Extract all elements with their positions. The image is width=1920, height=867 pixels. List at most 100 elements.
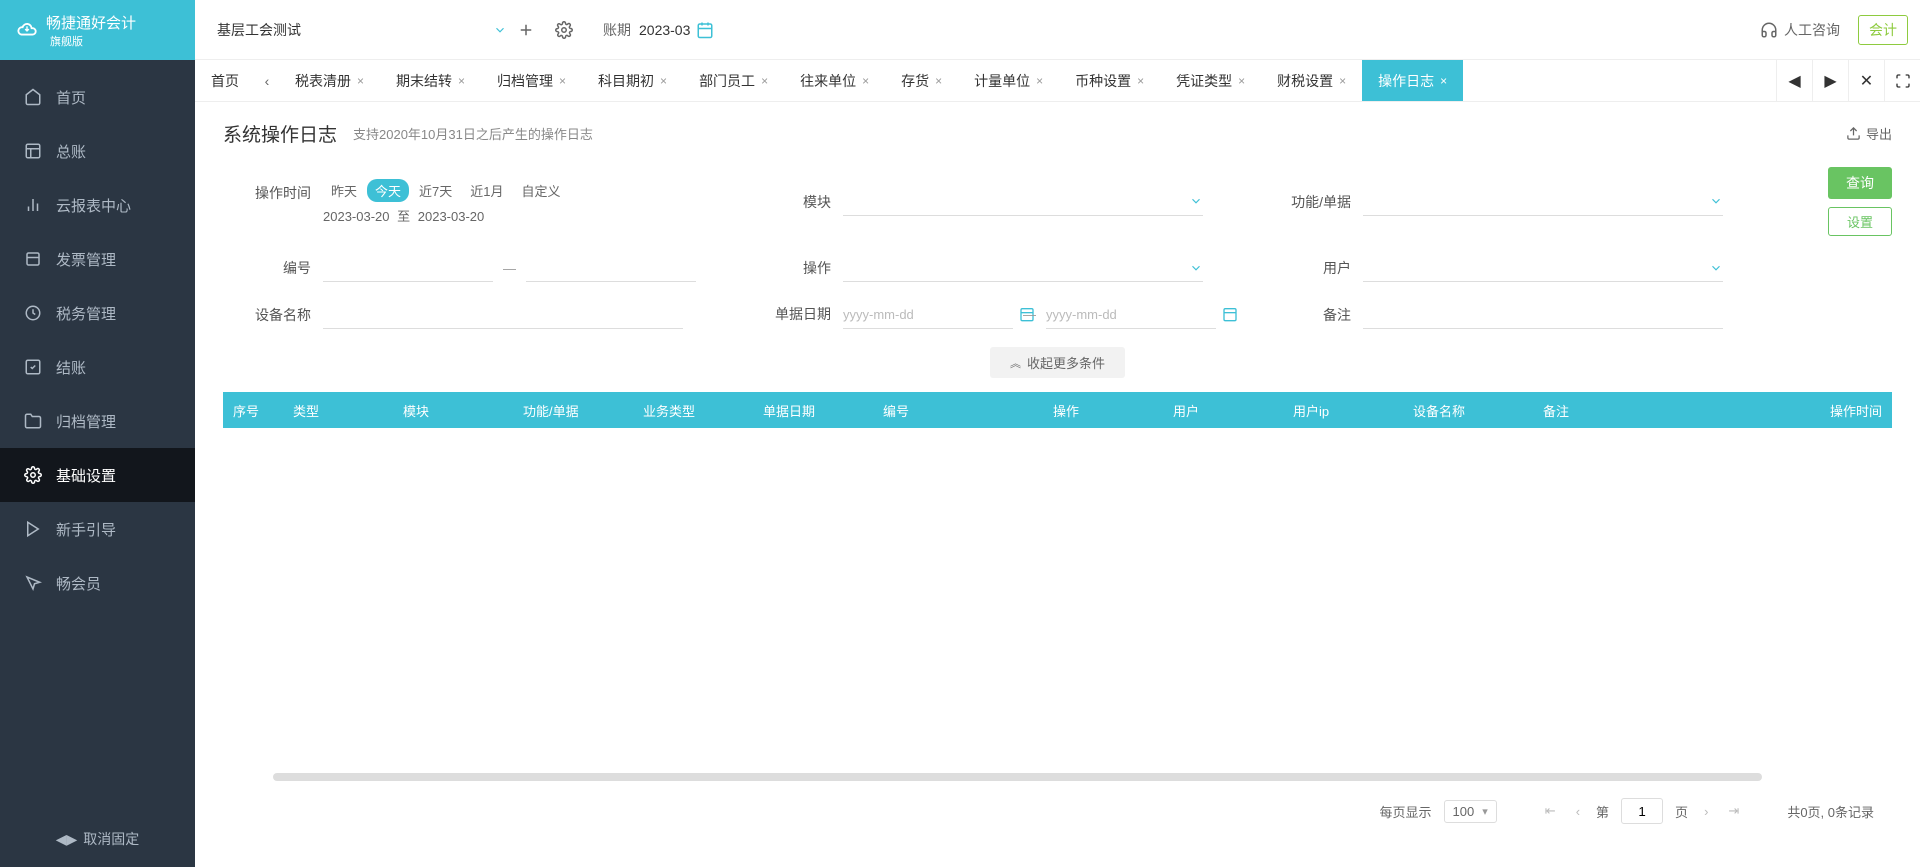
company-name: 基层工会测试	[217, 20, 301, 40]
device-input[interactable]	[323, 301, 683, 329]
tab[interactable]: 归档管理×	[481, 60, 582, 101]
doc-date-to-input[interactable]	[1046, 300, 1222, 328]
close-icon[interactable]: ×	[660, 74, 667, 88]
sidebar-item[interactable]: 发票管理	[0, 232, 195, 286]
tab-label: 币种设置	[1075, 71, 1131, 91]
code-to-input[interactable]	[526, 254, 696, 282]
time-option[interactable]: 今天	[367, 179, 409, 202]
tab[interactable]: 计量单位×	[958, 60, 1059, 101]
tab-bar: 首页 ‹ 税表清册×期末结转×归档管理×科目期初×部门员工×往来单位×存货×计量…	[195, 60, 1920, 102]
close-icon[interactable]: ×	[1238, 74, 1245, 88]
collapse-left-icon: ◀▶	[56, 831, 78, 848]
sidebar-item[interactable]: 归档管理	[0, 394, 195, 448]
query-button[interactable]: 查询	[1828, 167, 1892, 199]
close-icon[interactable]: ×	[357, 74, 364, 88]
tab-next-icon[interactable]: ▶	[1812, 60, 1848, 102]
page-last-button[interactable]: ⇥	[1724, 803, 1743, 819]
tab[interactable]: 存货 ×	[885, 60, 958, 101]
plus-icon[interactable]	[517, 21, 535, 39]
tab[interactable]: 税表清册×	[279, 60, 380, 101]
sidebar-item[interactable]: 畅会员	[0, 556, 195, 610]
close-icon[interactable]: ×	[1036, 74, 1043, 88]
user-select[interactable]	[1363, 254, 1723, 282]
nav-icon	[24, 142, 42, 160]
unpin-button[interactable]: ◀▶ 取消固定	[0, 811, 195, 867]
collapse-filters-button[interactable]: ︽ 收起更多条件	[990, 347, 1125, 378]
tab[interactable]: 往来单位 ×	[784, 60, 885, 101]
close-icon[interactable]: ×	[1440, 74, 1447, 88]
tab-prev-icon[interactable]: ◀	[1776, 60, 1812, 102]
page-size-select[interactable]: 100 ▾	[1444, 800, 1497, 823]
table-header-cell: 备注	[1533, 401, 1753, 420]
page-first-button[interactable]: ⇤	[1541, 803, 1560, 819]
tab[interactable]: 期末结转×	[380, 60, 481, 101]
tab-label: 存货	[901, 71, 929, 91]
page-number-input[interactable]	[1621, 798, 1663, 824]
remark-input[interactable]	[1363, 301, 1723, 329]
calendar-icon[interactable]	[696, 21, 714, 39]
label-op-time: 操作时间	[223, 179, 323, 203]
close-icon[interactable]: ×	[761, 74, 768, 88]
table-header-cell: 用户ip	[1283, 401, 1403, 420]
func-select[interactable]	[1363, 188, 1723, 216]
table-header-cell: 功能/单据	[513, 401, 633, 420]
tab-home[interactable]: 首页	[195, 60, 255, 101]
label-module: 模块	[743, 188, 843, 212]
time-option[interactable]: 近7天	[411, 179, 460, 202]
topbar: 基层工会测试 账期 2023-03 人工咨询 会计	[195, 0, 1920, 60]
time-option[interactable]: 近1月	[462, 179, 511, 202]
page-size-label: 每页显示	[1380, 802, 1432, 821]
tab[interactable]: 币种设置 ×	[1059, 60, 1160, 101]
table-header-cell: 类型	[283, 401, 393, 420]
tab[interactable]: 科目期初×	[582, 60, 683, 101]
role-badge[interactable]: 会计	[1858, 15, 1908, 45]
close-icon[interactable]: ×	[1339, 74, 1346, 88]
tab-close-all-icon[interactable]: ✕	[1848, 60, 1884, 102]
brand-name: 畅捷通好会计	[46, 12, 136, 33]
page-suffix: 页	[1675, 802, 1688, 821]
sidebar-item[interactable]: 结账	[0, 340, 195, 394]
tab-label: 往来单位	[800, 71, 856, 91]
chevron-down-icon: ▾	[1482, 805, 1488, 818]
label-device: 设备名称	[223, 301, 323, 325]
support-link[interactable]: 人工咨询	[1760, 20, 1840, 40]
module-select[interactable]	[843, 188, 1203, 216]
doc-date-from-input[interactable]	[843, 300, 1019, 328]
tab[interactable]: 操作日志×	[1362, 60, 1463, 101]
close-icon[interactable]: ×	[862, 74, 869, 88]
sidebar-item[interactable]: 云报表中心	[0, 178, 195, 232]
fullscreen-icon[interactable]	[1884, 60, 1920, 102]
horizontal-scrollbar[interactable]	[223, 770, 1892, 784]
export-button[interactable]: 导出	[1846, 124, 1892, 143]
code-from-input[interactable]	[323, 254, 493, 282]
gear-icon[interactable]	[555, 21, 573, 39]
settings-button[interactable]: 设置	[1828, 207, 1892, 236]
calendar-icon[interactable]	[1222, 306, 1238, 322]
table-header-cell: 序号	[223, 401, 283, 420]
page-next-button[interactable]: ›	[1700, 804, 1712, 819]
page-prev-button[interactable]: ‹	[1572, 804, 1584, 819]
sidebar-item[interactable]: 税务管理	[0, 286, 195, 340]
company-selector[interactable]: 基层工会测试	[207, 20, 507, 40]
sidebar-item[interactable]: 首页	[0, 70, 195, 124]
tab[interactable]: 财税设置×	[1261, 60, 1362, 101]
close-icon[interactable]: ×	[559, 74, 566, 88]
nav-icon	[24, 574, 42, 592]
close-icon[interactable]: ×	[1137, 74, 1144, 88]
chevron-down-icon	[493, 23, 507, 37]
operation-select[interactable]	[843, 254, 1203, 282]
nav-icon	[24, 412, 42, 430]
sidebar-item[interactable]: 基础设置	[0, 448, 195, 502]
page-title: 系统操作日志	[223, 120, 337, 147]
time-option[interactable]: 自定义	[514, 179, 569, 202]
sidebar-item[interactable]: 总账	[0, 124, 195, 178]
tab[interactable]: 凭证类型×	[1160, 60, 1261, 101]
tab[interactable]: 部门员工×	[683, 60, 784, 101]
time-option[interactable]: 昨天	[323, 179, 365, 202]
sidebar-item[interactable]: 新手引导	[0, 502, 195, 556]
table-header-cell: 业务类型	[633, 401, 753, 420]
tab-scroll-left-icon[interactable]: ‹	[255, 60, 279, 101]
close-icon[interactable]: ×	[458, 74, 465, 88]
nav-icon	[24, 358, 42, 376]
close-icon[interactable]: ×	[935, 74, 942, 88]
